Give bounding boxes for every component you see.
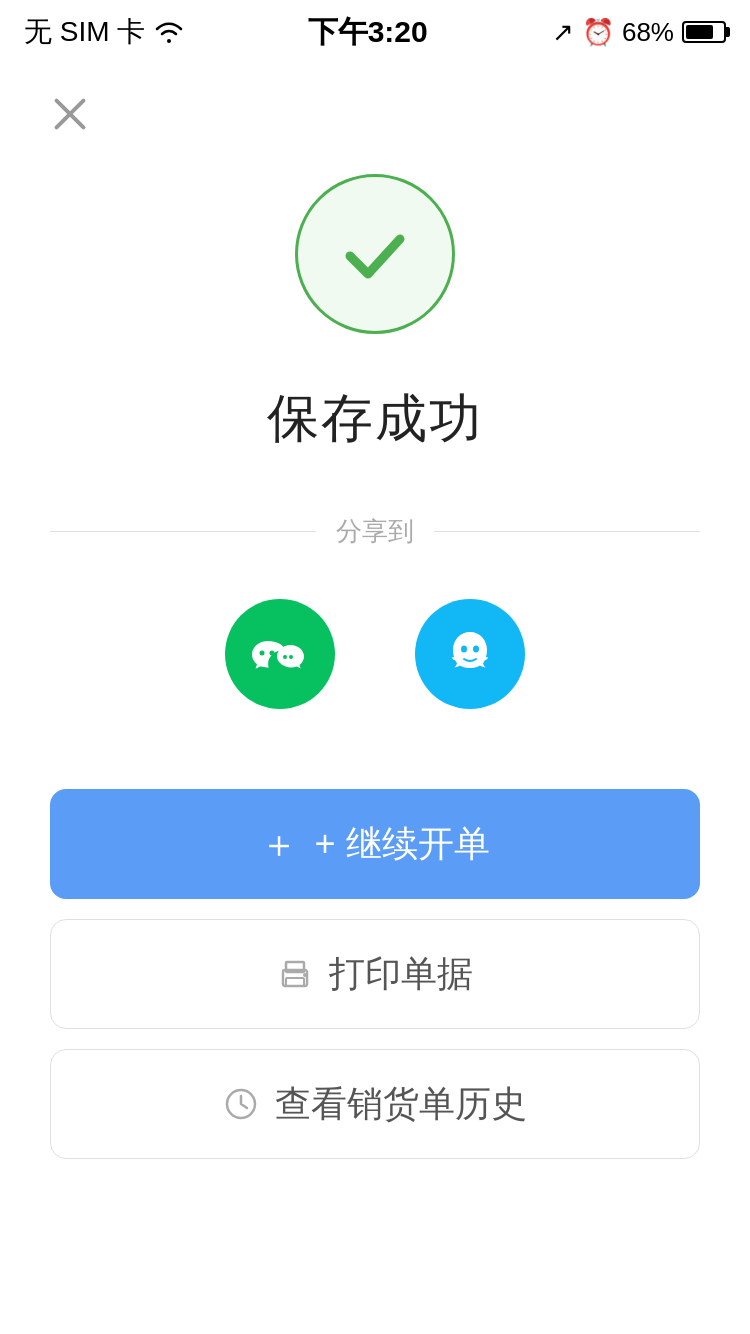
- alarm-icon: ⏰: [582, 17, 614, 48]
- svg-point-6: [473, 646, 479, 653]
- close-button[interactable]: [40, 84, 100, 144]
- continue-button[interactable]: ＋ + 继续开单: [50, 789, 700, 899]
- clock-icon: [223, 1086, 259, 1122]
- print-button[interactable]: 打印单据: [50, 919, 700, 1029]
- battery-icon: [682, 21, 726, 43]
- svg-point-1: [259, 650, 264, 655]
- share-divider: 分享到: [50, 514, 700, 549]
- checkmark-icon: [335, 214, 415, 294]
- svg-point-2: [269, 650, 274, 655]
- share-section: 分享到: [50, 514, 700, 709]
- success-title: 保存成功: [267, 384, 483, 454]
- status-bar: 无 SIM 卡 下午3:20 ↗ ⏰ 68%: [0, 0, 750, 64]
- qq-share-button[interactable]: [415, 599, 525, 709]
- action-buttons: ＋ + 继续开单 打印单据 查看销货单历: [50, 789, 700, 1159]
- wechat-share-button[interactable]: [225, 599, 335, 709]
- wechat-logo: [248, 627, 313, 682]
- close-icon: [50, 94, 90, 134]
- success-circle: [295, 174, 455, 334]
- history-button[interactable]: 查看销货单历史: [50, 1049, 700, 1159]
- history-label: 查看销货单历史: [275, 1080, 527, 1129]
- carrier-text: 无 SIM 卡: [24, 13, 145, 51]
- battery-percent: 68%: [622, 17, 674, 48]
- printer-icon: [277, 956, 313, 992]
- plus-icon: ＋: [260, 819, 298, 870]
- location-icon: ↗: [552, 17, 574, 48]
- qq-logo: [440, 624, 500, 684]
- svg-point-3: [283, 655, 287, 659]
- svg-point-5: [461, 646, 467, 653]
- print-label: 打印单据: [329, 950, 473, 999]
- status-right: ↗ ⏰ 68%: [552, 17, 726, 48]
- share-icons: [50, 599, 700, 709]
- svg-point-4: [289, 655, 293, 659]
- time-display: 下午3:20: [308, 12, 428, 53]
- main-content: 保存成功 分享到: [0, 144, 750, 1334]
- wifi-icon: [155, 21, 183, 43]
- share-label: 分享到: [336, 514, 414, 549]
- status-left: 无 SIM 卡: [24, 13, 183, 51]
- continue-label: + 继续开单: [314, 820, 489, 869]
- svg-point-10: [303, 973, 307, 977]
